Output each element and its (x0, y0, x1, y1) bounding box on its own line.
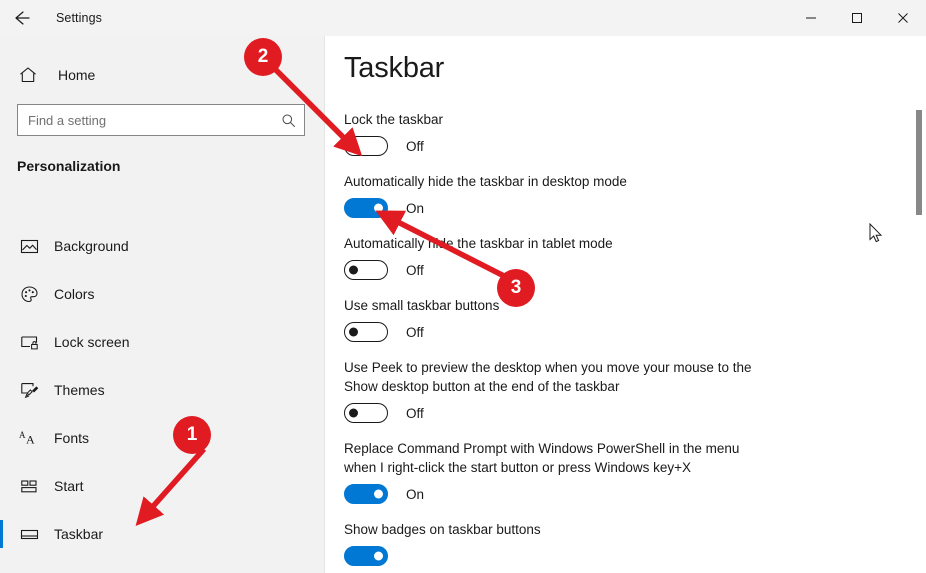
auto-hide-desktop-toggle[interactable] (344, 198, 388, 218)
palette-icon (18, 283, 40, 305)
sidebar-item-themes[interactable]: Themes (0, 366, 325, 414)
lock-screen-icon (18, 331, 40, 353)
page-title: Taskbar (344, 52, 445, 84)
toggle-knob (374, 203, 383, 213)
annotation-badge-2: 2 (244, 38, 282, 76)
setting-use-peek: Use Peek to preview the desktop when you… (344, 358, 794, 423)
sidebar-item-label: Lock screen (54, 334, 130, 350)
setting-label: Replace Command Prompt with Windows Powe… (344, 441, 740, 475)
setting-auto-hide-desktop: Automatically hide the taskbar in deskto… (344, 172, 794, 218)
sidebar-section-title: Personalization (17, 158, 121, 174)
close-icon (897, 12, 909, 24)
search-box[interactable] (17, 104, 305, 136)
picture-icon (18, 235, 40, 257)
setting-label: Lock the taskbar (344, 112, 444, 127)
sidebar-item-label: Themes (54, 382, 105, 398)
sidebar-item-start[interactable]: Start (0, 462, 325, 510)
sidebar-item-fonts[interactable]: A A Fonts (0, 414, 325, 462)
setting-replace-command-prompt: Replace Command Prompt with Windows Powe… (344, 439, 794, 504)
setting-label: Use small taskbar buttons (344, 298, 500, 313)
show-badges-toggle[interactable] (344, 546, 388, 566)
sidebar-item-taskbar[interactable]: Taskbar (0, 510, 325, 558)
setting-show-badges: Show badges on taskbar buttons (344, 520, 794, 566)
toggle-knob (349, 408, 358, 418)
small-taskbar-buttons-toggle[interactable] (344, 322, 388, 342)
sidebar-home-label: Home (58, 67, 96, 83)
svg-text:A: A (26, 432, 35, 446)
home-icon (18, 65, 46, 85)
setting-label: Show badges on taskbar buttons (344, 522, 541, 537)
replace-command-prompt-toggle[interactable] (344, 484, 388, 504)
toggle-state-label: Off (406, 138, 424, 154)
scrollbar-thumb[interactable] (916, 110, 922, 215)
svg-text:A: A (19, 430, 26, 440)
sidebar-item-background[interactable]: Background (0, 222, 325, 270)
maximize-icon (851, 12, 863, 24)
maximize-button[interactable] (834, 0, 880, 36)
back-arrow-icon (12, 8, 32, 28)
toggle-row: On (344, 198, 794, 218)
sidebar-item-lock-screen[interactable]: Lock screen (0, 318, 325, 366)
toggle-knob (349, 327, 358, 337)
toggle-row: Off (344, 403, 794, 423)
setting-lock-the-taskbar: Lock the taskbar Off (344, 110, 794, 156)
annotation-badge-1: 1 (173, 416, 211, 454)
settings-window: Settings Home Find a setting Personaliza… (0, 0, 926, 573)
sidebar-item-label: Background (54, 238, 129, 254)
setting-label: Automatically hide the taskbar in deskto… (344, 174, 627, 189)
fonts-aa-icon: A A (18, 427, 40, 449)
window-title: Settings (56, 11, 102, 25)
minimize-button[interactable] (788, 0, 834, 36)
toggle-state-label: Off (406, 324, 424, 340)
search-icon (280, 112, 296, 128)
paintbrush-icon (18, 379, 40, 401)
setting-label: Use Peek to preview the desktop when you… (344, 360, 752, 394)
sidebar-item-label: Colors (54, 286, 95, 302)
title-bar: Settings (0, 0, 926, 36)
title-bar-left: Settings (0, 0, 102, 36)
toggle-row: Off (344, 260, 794, 280)
window-controls (788, 0, 926, 36)
toggle-row: Off (344, 136, 794, 156)
auto-hide-tablet-toggle[interactable] (344, 260, 388, 280)
toggle-knob (349, 141, 358, 151)
sidebar: Home Personalization Backgroun (0, 36, 325, 573)
sidebar-item-label: Fonts (54, 430, 90, 446)
sidebar-nav-list: Background Colors Lock screen Themes A A… (0, 222, 325, 558)
use-peek-toggle[interactable] (344, 403, 388, 423)
toggle-row: Off (344, 322, 794, 342)
toggle-row: On (344, 484, 794, 504)
annotation-badge-3: 3 (497, 269, 535, 307)
toggle-row (344, 546, 794, 566)
content-scrollbar[interactable] (912, 36, 926, 573)
toggle-state-label: Off (406, 405, 424, 421)
setting-auto-hide-tablet: Automatically hide the taskbar in tablet… (344, 234, 794, 280)
toggle-knob (349, 265, 358, 275)
sidebar-item-label: Taskbar (54, 526, 104, 542)
taskbar-icon (18, 523, 40, 545)
main-content: Taskbar Lock the taskbar Off Automatical… (326, 36, 926, 573)
setting-small-taskbar-buttons: Use small taskbar buttons Off (344, 296, 794, 342)
sidebar-item-colors[interactable]: Colors (0, 270, 325, 318)
toggle-state-label: On (406, 486, 425, 502)
search-input[interactable] (28, 112, 280, 128)
toggle-state-label: On (406, 200, 425, 216)
toggle-knob (374, 551, 383, 561)
minimize-icon (805, 12, 817, 24)
close-button[interactable] (880, 0, 926, 36)
start-tiles-icon (18, 475, 40, 497)
lock-the-taskbar-toggle[interactable] (344, 136, 388, 156)
toggle-knob (374, 489, 383, 499)
settings-list: Lock the taskbar Off Automatically hide … (344, 110, 794, 573)
back-button[interactable] (0, 0, 44, 36)
toggle-state-label: Off (406, 262, 424, 278)
sidebar-item-label: Start (54, 478, 84, 494)
setting-label: Automatically hide the taskbar in tablet… (344, 236, 613, 251)
